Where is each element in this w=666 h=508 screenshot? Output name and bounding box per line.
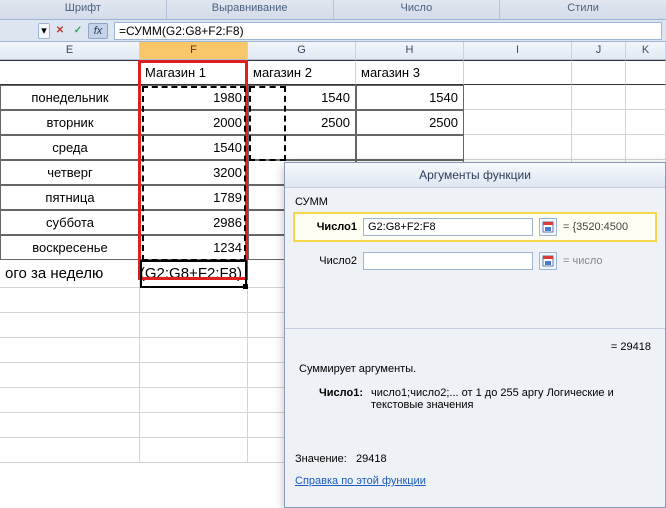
cell[interactable] [626, 85, 666, 110]
range-select-icon [542, 255, 554, 267]
cell-j1[interactable] [572, 60, 626, 85]
arg2-result: = число [563, 255, 603, 267]
cell-f1[interactable]: Магазин 1 [140, 60, 248, 85]
result-value: Значение: 29418 [295, 453, 655, 465]
cell[interactable]: 1540 [356, 85, 464, 110]
function-arguments-dialog[interactable]: Аргументы функции СУММ Число1 = {3520:45… [284, 162, 666, 508]
range-select-icon [542, 221, 554, 233]
ribbon-group-styles[interactable]: Стили [500, 0, 666, 19]
argument-row-1: Число1 = {3520:4500 [295, 214, 655, 240]
total-label[interactable]: ого за неделю [0, 260, 140, 288]
arg1-label: Число1 [299, 221, 357, 233]
fx-button[interactable]: fx [88, 23, 108, 39]
cell[interactable]: 2500 [248, 110, 356, 135]
function-description: Суммирует аргументы. [295, 361, 655, 385]
cell[interactable] [464, 110, 572, 135]
interim-result: = 29418 [295, 335, 655, 361]
cell[interactable]: 1980 [140, 85, 248, 110]
col-head-g[interactable]: G [248, 42, 356, 59]
formula-bar: ▾ ✕ ✓ fx [0, 20, 666, 42]
cell[interactable] [464, 85, 572, 110]
ribbon-group-number[interactable]: Число [334, 0, 501, 19]
formula-input[interactable] [114, 22, 662, 40]
cell[interactable]: 2986 [140, 210, 248, 235]
arg-desc-label: Число1: [299, 387, 371, 411]
arg-desc-text: число1;число2;... от 1 до 255 аргу Логич… [371, 387, 655, 411]
day-label[interactable]: понедельник [0, 85, 140, 110]
col-head-j[interactable]: J [572, 42, 626, 59]
dialog-title: Аргументы функции [285, 163, 665, 188]
cell[interactable]: 1540 [248, 85, 356, 110]
cell[interactable]: 3200 [140, 160, 248, 185]
table-row: среда 1540 [0, 135, 666, 160]
cell[interactable] [626, 135, 666, 160]
ribbon-group-font[interactable]: Шрифт [0, 0, 167, 19]
day-label[interactable]: вторник [0, 110, 140, 135]
range-select-button[interactable] [539, 218, 557, 236]
range-select-button[interactable] [539, 252, 557, 270]
table-header-row: Магазин 1 магазин 2 магазин 3 [0, 60, 666, 85]
cell[interactable] [464, 135, 572, 160]
cell[interactable] [572, 135, 626, 160]
cell-h1[interactable]: магазин 3 [356, 60, 464, 85]
day-label[interactable]: среда [0, 135, 140, 160]
day-label[interactable]: четверг [0, 160, 140, 185]
table-row: вторник 2000 2500 2500 [0, 110, 666, 135]
arg2-input[interactable] [363, 252, 533, 270]
column-headers: E F G H I J K [0, 42, 666, 60]
col-head-f[interactable]: F [140, 42, 248, 59]
arg2-label: Число2 [299, 255, 357, 267]
function-name: СУММ [295, 196, 655, 208]
col-head-e[interactable]: E [0, 42, 140, 59]
col-head-h[interactable]: H [356, 42, 464, 59]
argument-description: Число1: число1;число2;... от 1 до 255 ар… [295, 385, 655, 427]
cell[interactable]: 1234 [140, 235, 248, 260]
cell[interactable]: 1540 [140, 135, 248, 160]
cell-k1[interactable] [626, 60, 666, 85]
cell-i1[interactable] [464, 60, 572, 85]
col-head-i[interactable]: I [464, 42, 572, 59]
cell-formula[interactable]: Л(G2:G8+F2:F8) [140, 260, 248, 288]
argument-row-2: Число2 = число [295, 248, 655, 274]
cancel-icon[interactable]: ✕ [52, 23, 68, 39]
day-label[interactable]: суббота [0, 210, 140, 235]
arg1-result: = {3520:4500 [563, 221, 628, 233]
ribbon-group-labels: Шрифт Выравнивание Число Стили [0, 0, 666, 20]
cell[interactable]: 1789 [140, 185, 248, 210]
cell[interactable] [572, 110, 626, 135]
cell[interactable] [248, 135, 356, 160]
cell-g1[interactable]: магазин 2 [248, 60, 356, 85]
arg1-input[interactable] [363, 218, 533, 236]
divider [285, 328, 665, 329]
day-label[interactable]: пятница [0, 185, 140, 210]
ribbon-group-alignment[interactable]: Выравнивание [167, 0, 334, 19]
day-label[interactable]: воскресенье [0, 235, 140, 260]
col-head-k[interactable]: K [626, 42, 666, 59]
cell[interactable] [356, 135, 464, 160]
cell-e1[interactable] [0, 60, 140, 85]
accept-icon[interactable]: ✓ [70, 23, 86, 39]
table-row: понедельник 1980 1540 1540 [0, 85, 666, 110]
cell[interactable]: 2000 [140, 110, 248, 135]
namebox-dropdown-icon[interactable]: ▾ [38, 23, 50, 39]
cell[interactable] [626, 110, 666, 135]
cell[interactable]: 2500 [356, 110, 464, 135]
cell[interactable] [572, 85, 626, 110]
help-link[interactable]: Справка по этой функции [295, 475, 426, 487]
